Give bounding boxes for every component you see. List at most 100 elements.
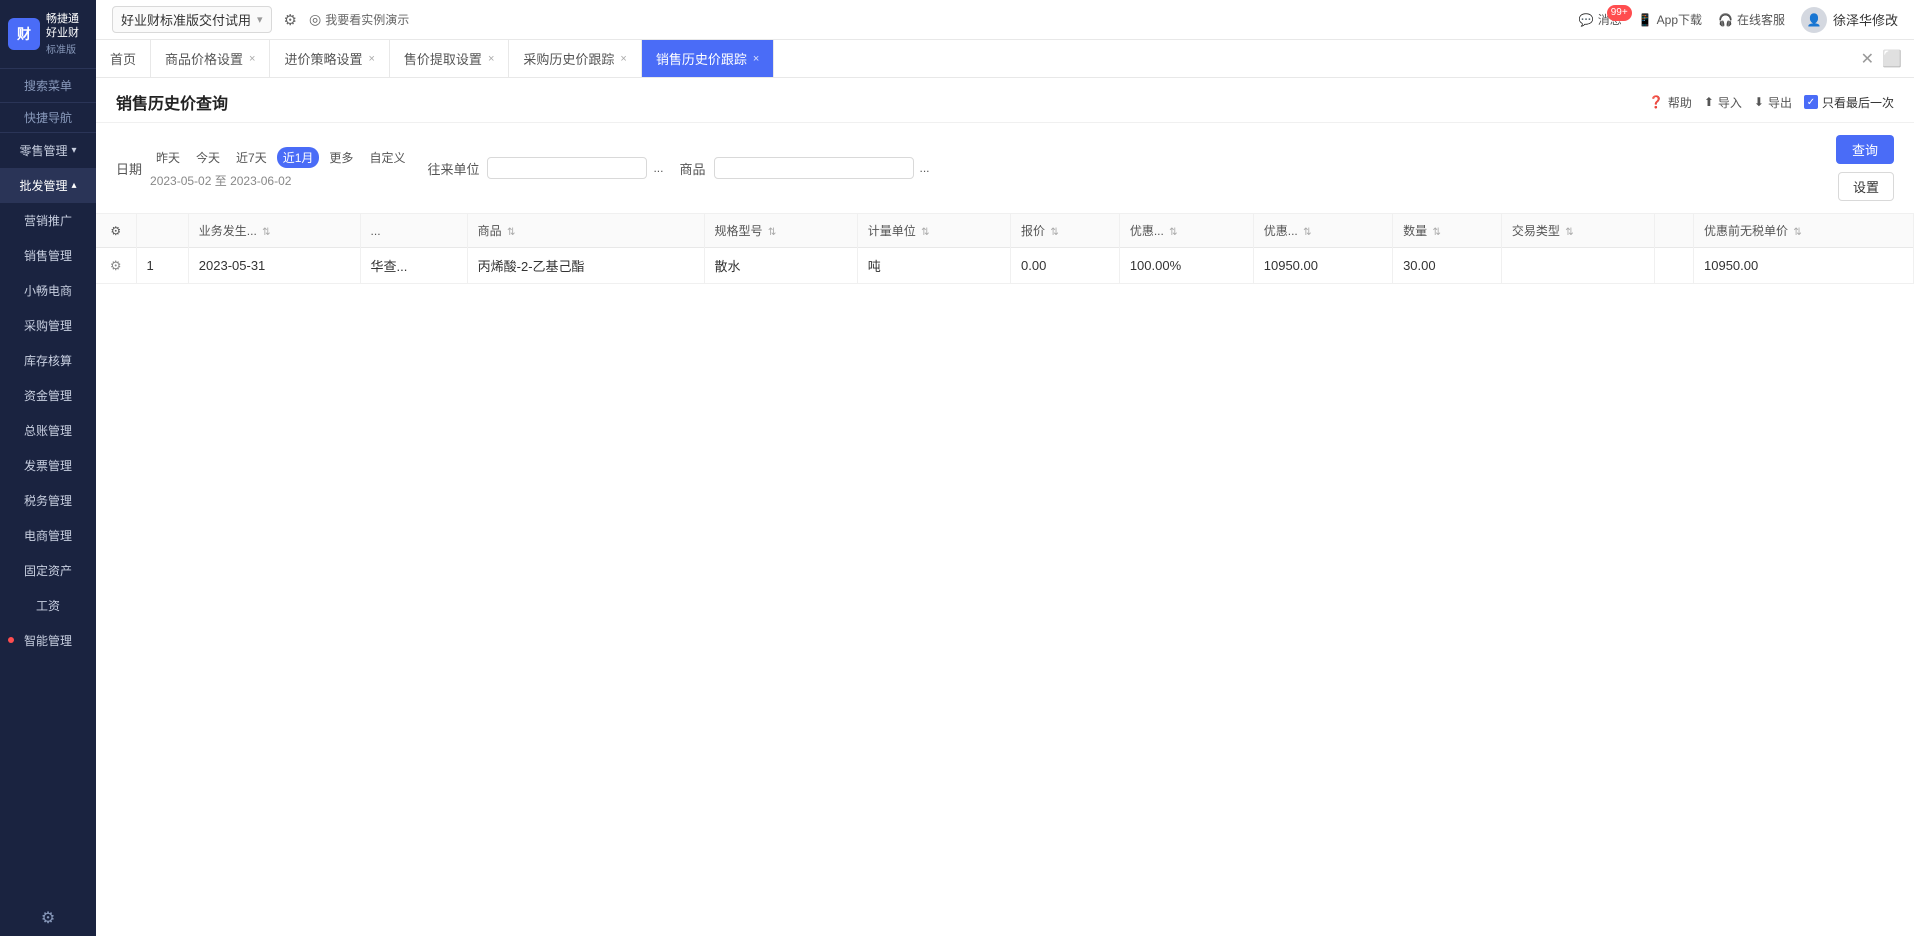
page-content: 销售历史价查询 ❓ 帮助 ⬆ 导入 ⬇ 导出 ✓ 只看最后一次 [96, 78, 1914, 936]
close-icon[interactable]: × [620, 53, 626, 65]
only-last-checkbox[interactable]: ✓ [1804, 95, 1818, 109]
col-more[interactable]: ... [360, 214, 467, 248]
help-label: 帮助 [1668, 94, 1692, 111]
topbar: 好业财标准版交付试用 ▾ ⚙ ◎ 我要看实例演示 💬 消息 99+ 📱 App下… [96, 0, 1914, 40]
partner-input[interactable] [487, 157, 647, 179]
date-option-7days[interactable]: 近7天 [230, 147, 273, 168]
help-icon: ❓ [1649, 95, 1664, 109]
avatar: 👤 [1801, 7, 1827, 33]
row-unit: 吨 [857, 248, 1010, 284]
row-gear[interactable]: ⚙ [96, 248, 136, 284]
date-range-display: 2023-05-02 至 2023-06-02 [150, 172, 411, 189]
main-area: 好业财标准版交付试用 ▾ ⚙ ◎ 我要看实例演示 💬 消息 99+ 📱 App下… [96, 0, 1914, 936]
sort-icon: ⇅ [1432, 227, 1440, 238]
col-spec[interactable]: 规格型号 ⇅ [704, 214, 857, 248]
col-product[interactable]: 商品 ⇅ [467, 214, 704, 248]
sidebar-item-finance[interactable]: 资金管理 [0, 378, 96, 413]
sidebar-item-label: 总账管理 [24, 422, 72, 439]
row-business-date: 2023-05-31 [188, 248, 360, 284]
sidebar-item-ecommerce-small[interactable]: 小畅电商 [0, 273, 96, 308]
close-icon[interactable]: × [249, 53, 255, 65]
row-discount2: 10950.00 [1253, 248, 1392, 284]
sidebar-item-tax[interactable]: 税务管理 [0, 483, 96, 518]
date-option-custom[interactable]: 自定义 [363, 147, 411, 168]
col-index [136, 214, 188, 248]
user-menu[interactable]: 👤 徐泽华修改 [1801, 7, 1898, 33]
row-discount1: 100.00% [1119, 248, 1253, 284]
message-button[interactable]: 💬 消息 99+ [1579, 11, 1622, 28]
col-price[interactable]: 报价 ⇅ [1011, 214, 1120, 248]
sidebar-item-label: 销售管理 [24, 247, 72, 264]
col-pretax-price[interactable]: 优惠前无税单价 ⇅ [1694, 214, 1914, 248]
export-icon: ⬇ [1754, 95, 1764, 109]
app-download-button[interactable]: 📱 App下载 [1638, 11, 1702, 28]
demo-button[interactable]: ◎ 我要看实例演示 [309, 11, 409, 28]
only-last-checkbox-label[interactable]: ✓ 只看最后一次 [1804, 94, 1894, 111]
product-label: 商品 [679, 159, 705, 178]
col-discount1[interactable]: 优惠... ⇅ [1119, 214, 1253, 248]
sidebar-item-fixed-assets[interactable]: 固定资产 [0, 553, 96, 588]
tab-sale-price-extract[interactable]: 售价提取设置 × [390, 40, 509, 77]
date-option-1month[interactable]: 近1月 [277, 147, 320, 168]
sidebar-item-ledger[interactable]: 总账管理 [0, 413, 96, 448]
sidebar-item-smart[interactable]: 智能管理 [0, 623, 96, 658]
product-input[interactable] [714, 157, 914, 179]
date-option-more[interactable]: 更多 [323, 147, 359, 168]
col-label: 计量单位 [868, 224, 916, 238]
partner-more-button[interactable]: ... [653, 161, 663, 175]
tab-label: 进价策略设置 [284, 49, 362, 68]
tab-purchase-strategy[interactable]: 进价策略设置 × [270, 40, 389, 77]
product-more-button[interactable]: ... [920, 161, 930, 175]
sidebar-item-retail[interactable]: 零售管理 ▾ [0, 133, 96, 168]
col-business-date[interactable]: 业务发生... ⇅ [188, 214, 360, 248]
col-label: 优惠... [1130, 224, 1164, 238]
sidebar-settings-button[interactable]: ⚙ [0, 900, 96, 936]
filter-row: 日期 昨天 今天 近7天 近1月 更多 自定义 2023-05-02 至 202… [96, 123, 1914, 214]
close-window-icon[interactable]: ✕ [1861, 49, 1874, 69]
maximize-icon[interactable]: ⬜ [1882, 49, 1902, 69]
date-filter-group: 日期 昨天 今天 近7天 近1月 更多 自定义 2023-05-02 至 202… [116, 147, 411, 189]
online-service-button[interactable]: 🎧 在线客服 [1718, 11, 1785, 28]
sidebar-item-ecommerce[interactable]: 电商管理 [0, 518, 96, 553]
date-option-yesterday[interactable]: 昨天 [150, 147, 186, 168]
date-option-today[interactable]: 今天 [190, 147, 226, 168]
col-label: 业务发生... [199, 224, 257, 238]
sidebar-quicknav[interactable]: 快捷导航 [0, 103, 96, 133]
close-icon[interactable]: × [368, 53, 374, 65]
sidebar-item-sales[interactable]: 销售管理 [0, 238, 96, 273]
tab-sale-history[interactable]: 销售历史价跟踪 × [642, 40, 774, 77]
sidebar-item-label: 小畅电商 [24, 282, 72, 299]
filter-settings-button[interactable]: 设置 [1838, 172, 1894, 201]
sidebar-item-wholesale[interactable]: 批发管理 ▴ [0, 168, 96, 203]
col-gear[interactable]: ⚙ [96, 214, 136, 248]
query-button[interactable]: 查询 [1836, 135, 1894, 164]
col-trade-type[interactable]: 交易类型 ⇅ [1501, 214, 1654, 248]
app-select-dropdown[interactable]: 好业财标准版交付试用 ▾ [112, 6, 272, 33]
sidebar-item-marketing[interactable]: 营销推广 [0, 203, 96, 238]
col-spacer [1655, 214, 1694, 248]
sort-icon: ⇅ [507, 227, 515, 238]
export-button[interactable]: ⬇ 导出 [1754, 94, 1792, 111]
sidebar-item-invoice[interactable]: 发票管理 [0, 448, 96, 483]
notification-dot [8, 637, 14, 643]
settings-icon[interactable]: ⚙ [284, 11, 297, 29]
tab-purchase-history[interactable]: 采购历史价跟踪 × [509, 40, 641, 77]
sidebar-item-label: 工资 [36, 597, 60, 614]
sidebar-search[interactable]: 搜索菜单 [0, 69, 96, 103]
help-button[interactable]: ❓ 帮助 [1649, 94, 1692, 111]
col-discount2[interactable]: 优惠... ⇅ [1253, 214, 1392, 248]
tab-home[interactable]: 首页 [96, 40, 151, 77]
sidebar-item-salary[interactable]: 工资 [0, 588, 96, 623]
col-label: 优惠... [1264, 224, 1298, 238]
app-select-label: 好业财标准版交付试用 [121, 10, 251, 29]
close-icon[interactable]: × [488, 53, 494, 65]
sidebar-item-purchase[interactable]: 采购管理 [0, 308, 96, 343]
import-button[interactable]: ⬆ 导入 [1704, 94, 1742, 111]
col-quantity[interactable]: 数量 ⇅ [1393, 214, 1502, 248]
col-unit[interactable]: 计量单位 ⇅ [857, 214, 1010, 248]
sidebar-item-inventory[interactable]: 库存核算 [0, 343, 96, 378]
close-icon[interactable]: × [753, 53, 759, 65]
chevron-down-icon: ▾ [257, 13, 263, 26]
tab-product-price[interactable]: 商品价格设置 × [151, 40, 270, 77]
col-label: 数量 [1403, 224, 1427, 238]
